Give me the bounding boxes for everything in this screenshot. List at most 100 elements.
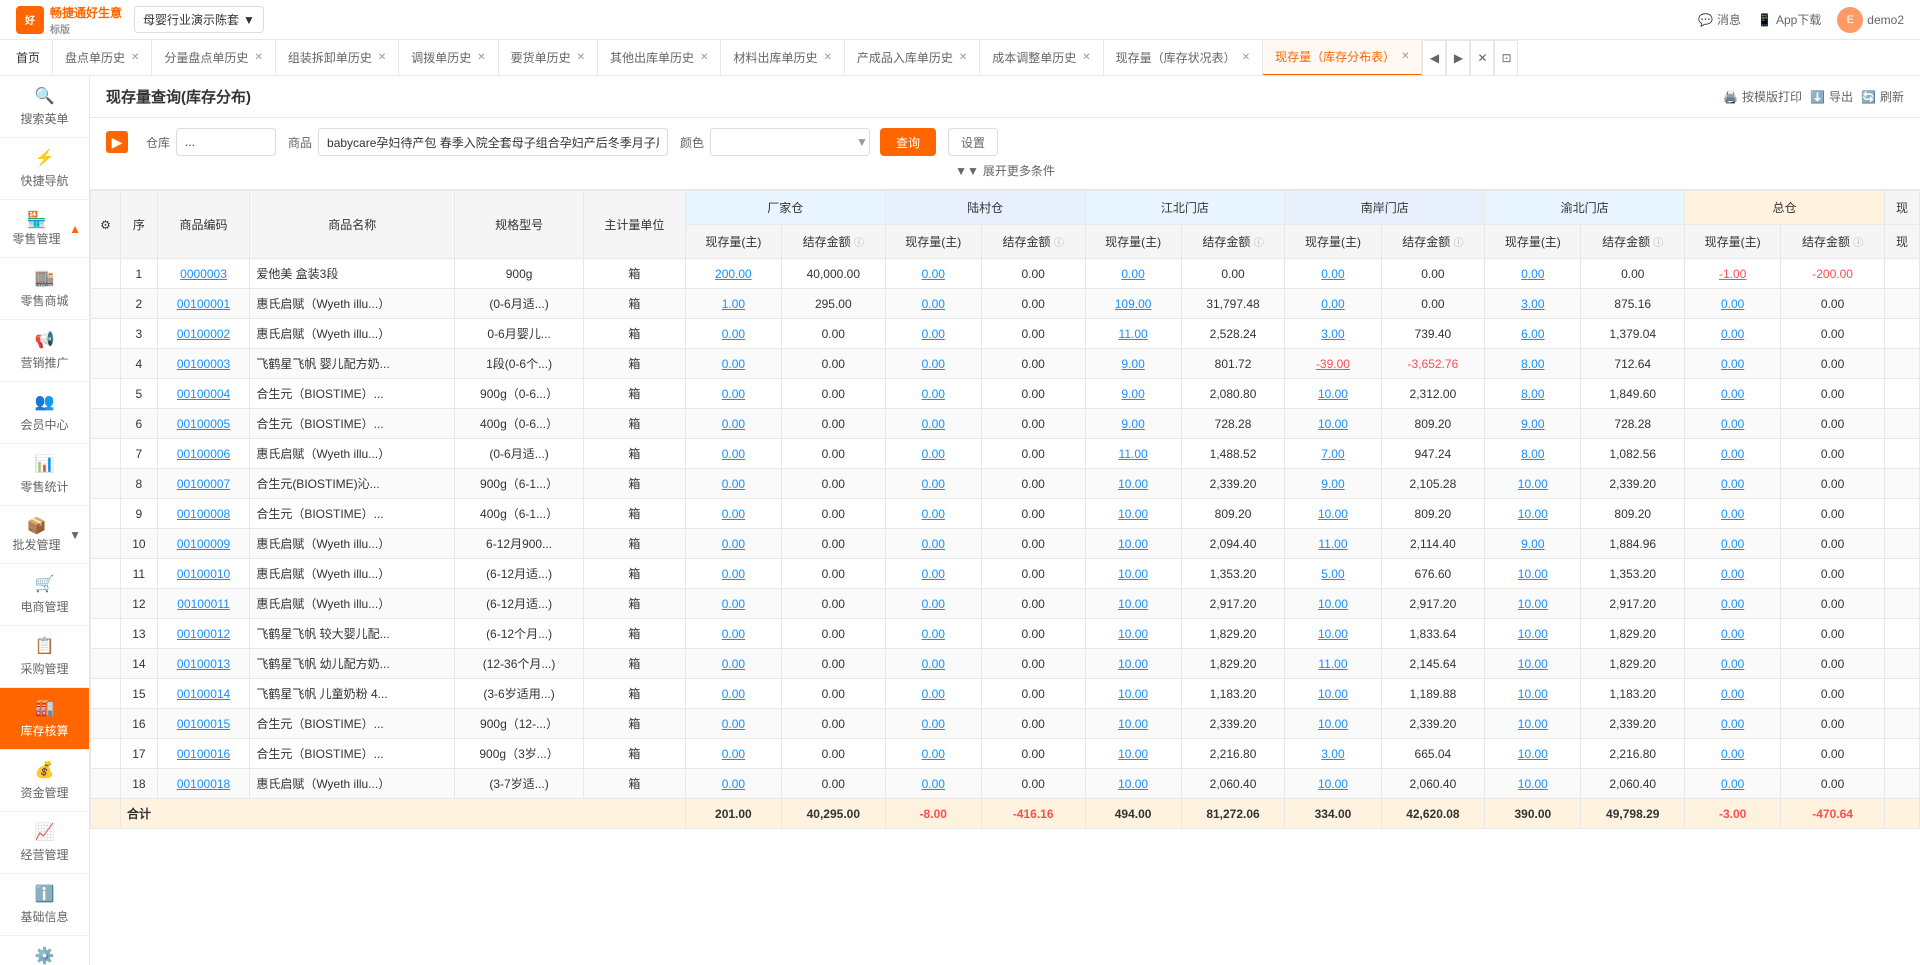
col-factory-stock: 现存量(主) [685,225,781,259]
retail-icon: 🏪 [27,210,47,230]
stats-icon: 📊 [35,454,55,474]
tab-stock-dist[interactable]: 现存量（库存分布表） ✕ [1263,40,1422,76]
page-actions: 🖨️ 按模版打印 ⬇️ 导出 🔄 刷新 [1723,88,1904,105]
search-icon: 🔍 [35,86,55,106]
print-btn[interactable]: 🖨️ 按模版打印 [1723,88,1802,105]
col-name: 商品名称 [250,191,455,259]
tab-inventory-check[interactable]: 盘点单历史 ✕ [53,40,152,76]
close-icon[interactable]: ✕ [477,52,485,63]
close-icon[interactable]: ✕ [823,52,831,63]
tab-other-out[interactable]: 其他出库单历史 ✕ [598,40,721,76]
tab-expand[interactable]: ⊡ [1494,40,1518,76]
app-download-btn[interactable]: 📱 App下载 [1757,11,1821,28]
close-icon[interactable]: ✕ [254,52,262,63]
sidebar-item-search[interactable]: 🔍 搜索英单 [0,76,89,138]
color-input[interactable] [710,128,870,156]
sidebar-item-purchase[interactable]: 📋 采购管理 [0,626,89,688]
tab-home[interactable]: 首页 [4,40,53,76]
expand-icon: ▼▼ [955,164,979,178]
table-row: 9 00100008 合生元（BIOSTIME）... 400g（6-1...）… [91,499,1920,529]
sidebar-item-basics[interactable]: ℹ️ 基础信息 [0,874,89,936]
user-menu[interactable]: E demo2 [1837,7,1904,33]
table-row: 10 00100009 惠氏启赋（Wyeth illu...） 6-12月900… [91,529,1920,559]
table-wrapper[interactable]: ⚙ 序 商品编码 商品名称 规格型号 主计量单位 厂家仓 陆村仓 江北门店 南岸… [90,190,1920,965]
search-btn[interactable]: 查询 [880,128,936,156]
table-row: 14 00100013 飞鹤星飞帆 幼儿配方奶... (12-36个月...) … [91,649,1920,679]
sidebar-item-operations[interactable]: 📈 经营管理 [0,812,89,874]
table-row: 4 00100003 飞鹤星飞帆 婴儿配方奶... 1段(0-6个...) 箱 … [91,349,1920,379]
tab-bar: 首页 盘点单历史 ✕ 分量盘点单历史 ✕ 组装拆卸单历史 ✕ 调拨单历史 ✕ 要… [0,40,1920,76]
expand-more-btn[interactable]: ▼▼ 展开更多条件 [106,162,1904,179]
wholesale-icon: 📦 [27,516,47,536]
col-no: 序 [121,191,158,259]
close-icon[interactable]: ✕ [378,52,386,63]
sidebar-item-wholesale[interactable]: 📦 批发管理 ▼ [0,506,89,564]
tab-material-out[interactable]: 材料出库单历史 ✕ [721,40,844,76]
col-spec: 规格型号 [455,191,584,259]
col-total-header: 总仓 [1685,191,1885,225]
col-code: 商品编码 [157,191,250,259]
tab-cost-adjust[interactable]: 成本调整单历史 ✕ [980,40,1103,76]
tab-requisition[interactable]: 要货单历史 ✕ [499,40,598,76]
tab-stock-status[interactable]: 现存量（库存状况表） ✕ [1104,40,1263,76]
table-row: 11 00100010 惠氏启赋（Wyeth illu...） (6-12月适.… [91,559,1920,589]
tab-nav-next[interactable]: ▶ [1446,40,1470,76]
close-icon[interactable]: ✕ [1401,51,1409,62]
close-icon[interactable]: ✕ [959,52,967,63]
sidebar-item-inventory[interactable]: 🏭 库存核算 [0,688,89,750]
close-icon[interactable]: ✕ [577,52,585,63]
setting-btn[interactable]: 设置 [948,128,998,156]
close-icon[interactable]: ✕ [1082,52,1090,63]
table-row: 5 00100004 合生元（BIOSTIME）... 900g（0-6...）… [91,379,1920,409]
product-filter: 商品 [288,128,668,156]
finance-icon: 💰 [35,760,55,780]
export-btn[interactable]: ⬇️ 导出 [1810,88,1853,105]
close-icon[interactable]: ✕ [700,52,708,63]
chevron-down-icon: ▼ [69,528,81,542]
refresh-icon: 🔄 [1861,90,1876,104]
sidebar-item-retail-store[interactable]: 🏬 零售商城 [0,258,89,320]
expand-arrow-btn[interactable]: ▶ [106,131,128,153]
chevron-icon: ▲ [69,222,81,236]
col-factory-amount: 结存金额 ⓘ [781,225,885,259]
table-row: 16 00100015 合生元（BIOSTIME）... 900g（12-...… [91,709,1920,739]
close-icon[interactable]: ✕ [131,52,139,63]
table-row: 7 00100006 惠氏启赋（Wyeth illu...） (0-6月适...… [91,439,1920,469]
color-filter: 颜色 ▼ [680,128,868,156]
message-icon: 💬 [1698,13,1713,27]
message-btn[interactable]: 💬 消息 [1698,11,1741,28]
sidebar-item-system[interactable]: ⚙️ 系统管理 [0,936,89,965]
col-setting[interactable]: ⚙ [91,191,121,259]
col-extra-sub: 现 [1884,225,1919,259]
table-row: 6 00100005 合生元（BIOSTIME）... 400g（0-6...）… [91,409,1920,439]
color-dropdown-icon: ▼ [856,135,868,149]
col-extra: 现 [1884,191,1919,225]
sidebar-item-ecommerce[interactable]: 🛒 电商管理 [0,564,89,626]
product-input[interactable] [318,128,668,156]
sidebar-item-member[interactable]: 👥 会员中心 [0,382,89,444]
sidebar-item-marketing[interactable]: 📢 营销推广 [0,320,89,382]
warehouse-input[interactable] [176,128,276,156]
content: 现存量查询(库存分布) 🖨️ 按模版打印 ⬇️ 导出 🔄 刷新 ▶ [90,76,1920,965]
tab-nav-prev[interactable]: ◀ [1422,40,1446,76]
col-nanan-amount: 结存金额 ⓘ [1381,225,1485,259]
col-jiangbei-header: 江北门店 [1085,191,1285,225]
refresh-btn[interactable]: 🔄 刷新 [1861,88,1904,105]
tab-assembly[interactable]: 组装拆卸单历史 ✕ [276,40,399,76]
nav-icon: ⚡ [35,148,55,168]
sidebar-item-retail[interactable]: 🏪 零售管理 ▲ [0,200,89,258]
close-icon[interactable]: ✕ [1242,52,1250,63]
filter-bar: ▶ 仓库 商品 颜色 ▼ 查询 设置 ▼▼ 展开更多条 [90,118,1920,190]
tab-product-in[interactable]: 产成品入库单历史 ✕ [845,40,980,76]
chevron-down-icon: ▼ [243,13,255,27]
print-icon: 🖨️ [1723,90,1738,104]
store-selector[interactable]: 母婴行业演示陈套 ▼ [134,6,264,33]
sidebar-item-retail-stats[interactable]: 📊 零售统计 [0,444,89,506]
tab-branch-inventory[interactable]: 分量盘点单历史 ✕ [152,40,275,76]
store-icon: 🏬 [35,268,55,288]
sidebar-item-nav[interactable]: ⚡ 快捷导航 [0,138,89,200]
sidebar-item-finance[interactable]: 💰 资金管理 [0,750,89,812]
tab-close-all[interactable]: ✕ [1470,40,1494,76]
tab-transfer[interactable]: 调拨单历史 ✕ [399,40,498,76]
table-row: 13 00100012 飞鹤星飞帆 较大婴儿配... (6-12个月...) 箱… [91,619,1920,649]
